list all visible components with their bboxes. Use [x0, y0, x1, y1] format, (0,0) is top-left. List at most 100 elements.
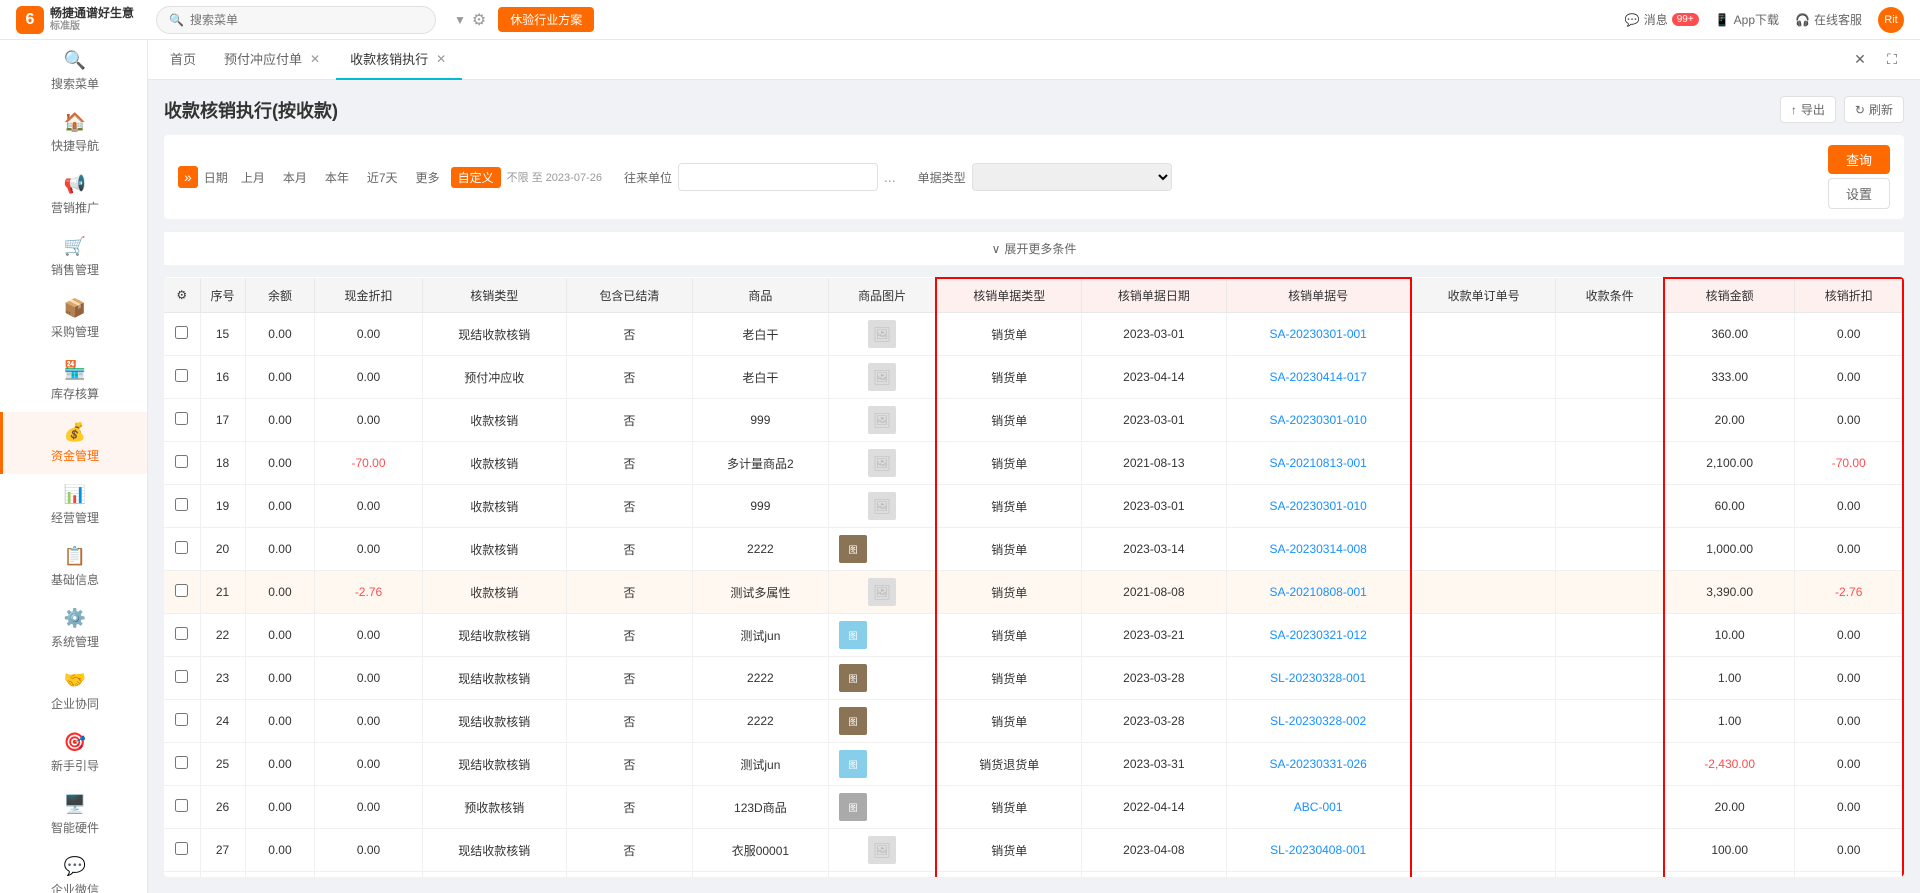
row-checkbox[interactable]: [175, 541, 188, 554]
date-btn-this-month[interactable]: 本月: [276, 167, 314, 188]
bill-no-link[interactable]: SA-20210808-001: [1269, 585, 1366, 599]
row-checkbox[interactable]: [175, 498, 188, 511]
bill-no-link[interactable]: SA-20230301-010: [1269, 499, 1366, 513]
cell-bill-no[interactable]: SA-20230314-008: [1226, 528, 1411, 571]
cell-bill-no[interactable]: SA-20210808-001: [1226, 571, 1411, 614]
sidebar-item-business[interactable]: 📊 经营管理: [0, 474, 147, 536]
cell-checkbox[interactable]: [164, 786, 200, 829]
row-checkbox[interactable]: [175, 670, 188, 683]
sidebar-item-guide[interactable]: 🎯 新手引导: [0, 722, 147, 784]
row-checkbox[interactable]: [175, 756, 188, 769]
row-checkbox[interactable]: [175, 842, 188, 855]
settings-gear-icon[interactable]: ⚙: [472, 10, 486, 30]
sidebar-item-sales[interactable]: 🛒 销售管理: [0, 226, 147, 288]
cell-bill-no[interactable]: SA-20230301-010: [1226, 485, 1411, 528]
cell-checkbox[interactable]: [164, 743, 200, 786]
tab-prepay-close[interactable]: ✕: [308, 50, 322, 68]
cell-bill-no[interactable]: SL-20230408-001: [1226, 829, 1411, 872]
cell-checkbox[interactable]: [164, 657, 200, 700]
bill-no-link[interactable]: SL-20230328-002: [1270, 714, 1366, 728]
bill-no-link[interactable]: SA-20230301-001: [1269, 327, 1366, 341]
bill-no-link[interactable]: SA-20230321-012: [1269, 628, 1366, 642]
date-btn-this-year[interactable]: 本年: [318, 167, 356, 188]
sidebar-item-marketing[interactable]: 📢 营销推广: [0, 164, 147, 226]
cell-bill-no[interactable]: ABC-001: [1226, 786, 1411, 829]
row-checkbox[interactable]: [175, 455, 188, 468]
cell-checkbox[interactable]: [164, 399, 200, 442]
bill-no-link[interactable]: SA-20210813-001: [1269, 456, 1366, 470]
cell-checkbox[interactable]: [164, 829, 200, 872]
cell-checkbox[interactable]: [164, 442, 200, 485]
cell-checkbox[interactable]: [164, 614, 200, 657]
cell-checkbox[interactable]: [164, 528, 200, 571]
date-btn-last-month[interactable]: 上月: [234, 167, 272, 188]
tab-close-btn[interactable]: ✕: [1848, 48, 1872, 72]
cell-bill-no[interactable]: SL-20230328-002: [1226, 700, 1411, 743]
online-service-btn[interactable]: 🎧 在线客服: [1795, 11, 1862, 28]
cell-checkbox[interactable]: [164, 313, 200, 356]
row-checkbox[interactable]: [175, 713, 188, 726]
row-checkbox[interactable]: [175, 369, 188, 382]
bill-no-link[interactable]: SL-20230408-001: [1270, 843, 1366, 857]
user-avatar[interactable]: Rit: [1878, 7, 1904, 33]
partner-ellipsis[interactable]: ...: [884, 169, 896, 185]
cell-checkbox[interactable]: [164, 872, 200, 878]
cell-checkbox[interactable]: [164, 485, 200, 528]
cell-bill-no[interactable]: SL-20230328-001: [1226, 657, 1411, 700]
message-btn[interactable]: 💬 消息 99+: [1625, 11, 1699, 28]
sidebar-item-collab[interactable]: 🤝 企业协同: [0, 660, 147, 722]
bill-no-link[interactable]: SA-20230331-026: [1269, 757, 1366, 771]
row-checkbox[interactable]: [175, 799, 188, 812]
bill-no-link[interactable]: ABC-001: [1294, 800, 1343, 814]
bill-no-link[interactable]: SA-20230314-008: [1269, 542, 1366, 556]
filter-toggle-btn[interactable]: »: [178, 166, 198, 188]
sidebar-item-purchase[interactable]: 📦 采购管理: [0, 288, 147, 350]
col-settings[interactable]: ⚙: [164, 278, 200, 313]
date-btn-custom[interactable]: 自定义: [451, 167, 501, 188]
sidebar-item-finance[interactable]: 💰 资金管理: [0, 412, 147, 474]
row-checkbox[interactable]: [175, 584, 188, 597]
sidebar-item-inventory[interactable]: 🏪 库存核算: [0, 350, 147, 412]
cell-checkbox[interactable]: [164, 356, 200, 399]
dropdown-arrow[interactable]: ▼: [454, 13, 466, 27]
tab-prepay[interactable]: 预付冲应付单 ✕: [210, 40, 336, 80]
row-checkbox[interactable]: [175, 326, 188, 339]
cell-checkbox[interactable]: [164, 700, 200, 743]
cell-bill-no[interactable]: SA-20230301-001: [1226, 313, 1411, 356]
bill-no-link[interactable]: SL-20230328-001: [1270, 671, 1366, 685]
cell-bill-no[interactable]: SA-20230301-010: [1226, 399, 1411, 442]
search-input[interactable]: [190, 13, 423, 27]
industry-btn[interactable]: 休验行业方案: [498, 7, 594, 32]
date-btn-7days[interactable]: 近7天: [360, 167, 405, 188]
cell-bill-no[interactable]: SL-20230418-001: [1226, 872, 1411, 878]
tab-collection-close[interactable]: ✕: [434, 50, 448, 68]
partner-input[interactable]: [678, 163, 878, 191]
cell-checkbox[interactable]: [164, 571, 200, 614]
row-checkbox[interactable]: [175, 412, 188, 425]
search-box[interactable]: 🔍: [156, 6, 436, 34]
export-btn[interactable]: ↑ 导出: [1780, 96, 1836, 123]
app-download-btn[interactable]: 📱 App下载: [1715, 11, 1779, 28]
cell-bill-no[interactable]: SA-20230414-017: [1226, 356, 1411, 399]
setting-btn[interactable]: 设置: [1828, 178, 1890, 209]
expand-more-btn[interactable]: ∨ 展开更多条件: [982, 236, 1087, 261]
cell-bill-no[interactable]: SA-20210813-001: [1226, 442, 1411, 485]
date-btn-more[interactable]: 更多: [409, 167, 447, 188]
bill-type-select[interactable]: [972, 163, 1172, 191]
sidebar-item-basic[interactable]: 📋 基础信息: [0, 536, 147, 598]
sidebar-item-quicknav[interactable]: 🏠 快捷导航: [0, 102, 147, 164]
cell-bill-no[interactable]: SA-20230331-026: [1226, 743, 1411, 786]
sidebar-item-system[interactable]: ⚙️ 系统管理: [0, 598, 147, 660]
tab-home[interactable]: 首页: [156, 40, 210, 80]
query-btn[interactable]: 查询: [1828, 145, 1890, 174]
sidebar-item-search[interactable]: 🔍 搜索菜单: [0, 40, 147, 102]
tab-restore-btn[interactable]: ⛶: [1880, 48, 1904, 72]
cell-bill-no[interactable]: SA-20230321-012: [1226, 614, 1411, 657]
sidebar-item-hardware[interactable]: 🖥️ 智能硬件: [0, 784, 147, 846]
row-checkbox[interactable]: [175, 627, 188, 640]
settings-icon[interactable]: ⚙: [176, 288, 187, 302]
bill-no-link[interactable]: SA-20230301-010: [1269, 413, 1366, 427]
tab-collection[interactable]: 收款核销执行 ✕: [336, 40, 462, 80]
sidebar-item-wechat[interactable]: 💬 企业微信: [0, 846, 147, 893]
bill-no-link[interactable]: SA-20230414-017: [1269, 370, 1366, 384]
